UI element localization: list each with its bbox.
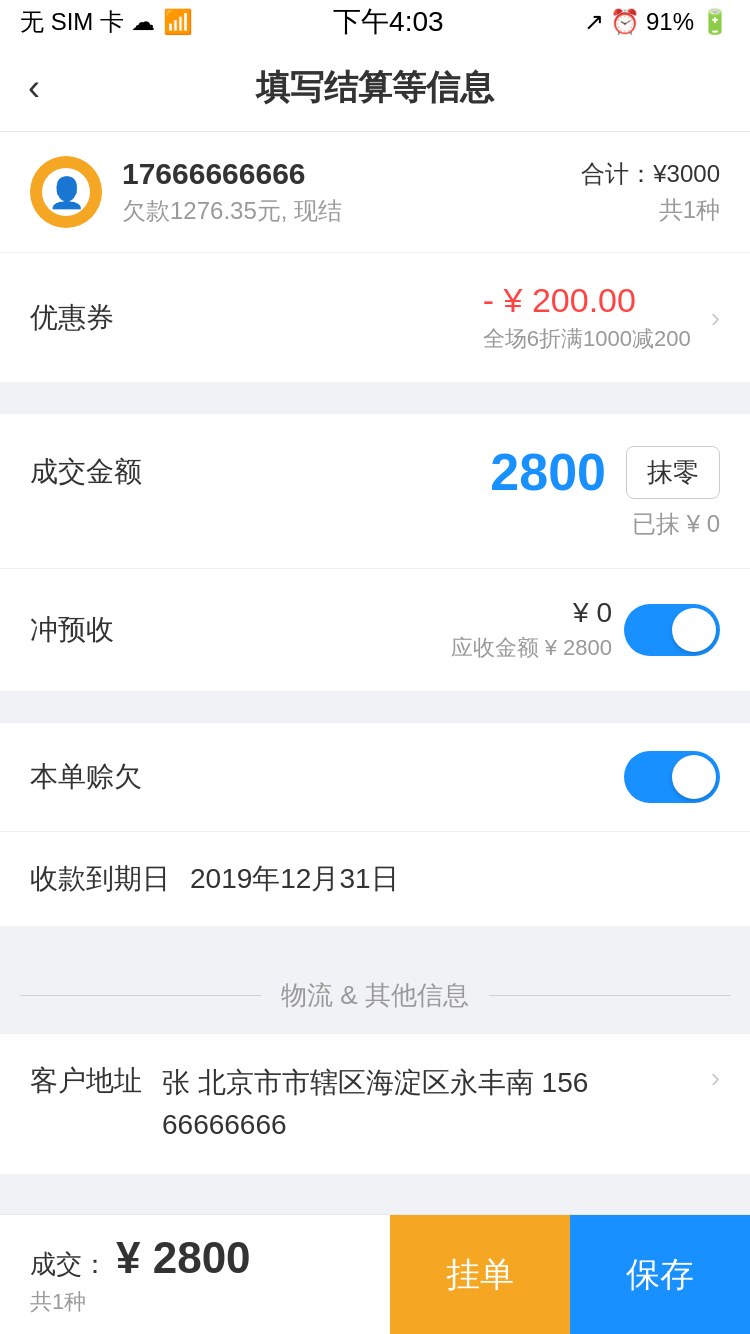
precollect-right: ¥ 0 应收金额 ¥ 2800 — [451, 597, 720, 663]
round-button[interactable]: 抹零 — [626, 446, 720, 499]
status-time: 下午4:03 — [333, 3, 444, 41]
duedate-label: 收款到期日 — [30, 860, 170, 898]
logistics-divider: 物流 & 其他信息 — [0, 958, 750, 1033]
amount-row: 成交金额 2800 抹零 — [30, 442, 720, 502]
customer-left: 👤 17666666666 欠款1276.35元, 现结 — [30, 156, 342, 228]
alarm-icon: ⏰ — [610, 8, 640, 36]
discount-desc: 全场6折满1000减200 — [483, 324, 691, 354]
status-right: ↗ ⏰ 91% 🔋 — [584, 8, 730, 36]
precollect-value: ¥ 0 — [451, 597, 612, 629]
customer-total: 合计：¥3000 共1种 — [581, 158, 720, 226]
amount-value: 2800 — [490, 442, 606, 502]
discount-chevron-icon: › — [711, 302, 720, 334]
wifi-icon: 📶 — [163, 8, 193, 36]
address-value: 张 北京市市辖区海淀区永丰南 156 66666666 — [162, 1062, 703, 1146]
avatar: 👤 — [30, 156, 102, 228]
bottom-deal-amount: ¥ 2800 — [116, 1233, 251, 1283]
precollect-label: 冲预收 — [30, 611, 114, 649]
amount-value-wrap: 2800 抹零 — [490, 442, 720, 502]
debt-label: 本单赊欠 — [30, 758, 142, 796]
amount-section: 成交金额 2800 抹零 已抹 ¥ 0 冲预收 ¥ 0 应收金额 ¥ 2800 — [0, 414, 750, 691]
bottom-bar: 成交： ¥ 2800 共1种 挂单 保存 — [0, 1214, 750, 1334]
debt-toggle-knob — [672, 755, 716, 799]
precollect-sub: 应收金额 ¥ 2800 — [451, 633, 612, 663]
avatar-icon: 👤 — [42, 168, 90, 216]
amount-row-container: 成交金额 2800 抹零 已抹 ¥ 0 — [0, 414, 750, 568]
bottom-summary: 成交： ¥ 2800 共1种 — [0, 1233, 390, 1317]
customer-phone: 17666666666 — [122, 157, 342, 191]
toggle-knob — [672, 608, 716, 652]
precollect-section: 冲预收 ¥ 0 应收金额 ¥ 2800 — [0, 568, 750, 691]
bottom-summary-top: 成交： ¥ 2800 — [30, 1233, 360, 1283]
total-count: 共1种 — [581, 194, 720, 226]
logistics-text: 物流 & 其他信息 — [281, 978, 469, 1013]
duedate-section: 收款到期日 2019年12月31日 — [0, 831, 750, 926]
total-label: 合计：¥3000 — [581, 158, 720, 190]
battery-icon: 🔋 — [700, 8, 730, 36]
status-left: 无 SIM 卡 ☁ 📶 — [20, 6, 193, 38]
save-button[interactable]: 保存 — [570, 1215, 750, 1335]
debt-toggle[interactable] — [624, 751, 720, 803]
nav-bar: ‹ 填写结算等信息 — [0, 44, 750, 132]
duedate-row: 收款到期日 2019年12月31日 — [30, 860, 720, 898]
debt-row: 本单赊欠 — [0, 723, 750, 831]
sim-status: 无 SIM 卡 ☁ — [20, 6, 155, 38]
back-button[interactable]: ‹ — [28, 67, 40, 109]
precollect-row: 冲预收 ¥ 0 应收金额 ¥ 2800 — [30, 597, 720, 663]
customer-info: 17666666666 欠款1276.35元, 现结 — [122, 157, 342, 227]
customer-row: 👤 17666666666 欠款1276.35元, 现结 合计：¥3000 共1… — [0, 132, 750, 252]
precollect-toggle[interactable] — [624, 604, 720, 656]
bottom-deal-sub: 共1种 — [30, 1287, 360, 1317]
debt-section: 本单赊欠 收款到期日 2019年12月31日 — [0, 723, 750, 926]
location-icon: ↗ — [584, 8, 604, 36]
discount-row[interactable]: 优惠券 - ¥ 200.00 全场6折满1000减200 › — [0, 252, 750, 382]
address-chevron-icon: › — [711, 1062, 720, 1094]
customer-section: 👤 17666666666 欠款1276.35元, 现结 合计：¥3000 共1… — [0, 132, 750, 382]
discount-amount: - ¥ 200.00 — [483, 281, 691, 320]
amount-sub: 已抹 ¥ 0 — [30, 508, 720, 540]
divider-1 — [0, 398, 750, 414]
logistics-line-right — [489, 995, 730, 996]
discount-right: - ¥ 200.00 全场6折满1000减200 › — [483, 281, 720, 354]
address-row[interactable]: 客户地址 张 北京市市辖区海淀区永丰南 156 66666666 › — [0, 1033, 750, 1174]
address-section: 客户地址 张 北京市市辖区海淀区永丰南 156 66666666 › — [0, 1033, 750, 1174]
status-bar: 无 SIM 卡 ☁ 📶 下午4:03 ↗ ⏰ 91% 🔋 — [0, 0, 750, 44]
bottom-deal-label: 成交： — [30, 1247, 108, 1282]
divider-2 — [0, 707, 750, 723]
discount-label: 优惠券 — [30, 299, 114, 337]
logistics-line-left — [20, 995, 261, 996]
duedate-value: 2019年12月31日 — [190, 860, 399, 898]
customer-subtext: 欠款1276.35元, 现结 — [122, 195, 342, 227]
battery-status: 91% — [646, 8, 694, 36]
address-label: 客户地址 — [30, 1062, 142, 1100]
page-title: 填写结算等信息 — [256, 65, 494, 111]
amount-label: 成交金额 — [30, 453, 142, 491]
hang-button[interactable]: 挂单 — [390, 1215, 570, 1335]
divider-3 — [0, 942, 750, 958]
